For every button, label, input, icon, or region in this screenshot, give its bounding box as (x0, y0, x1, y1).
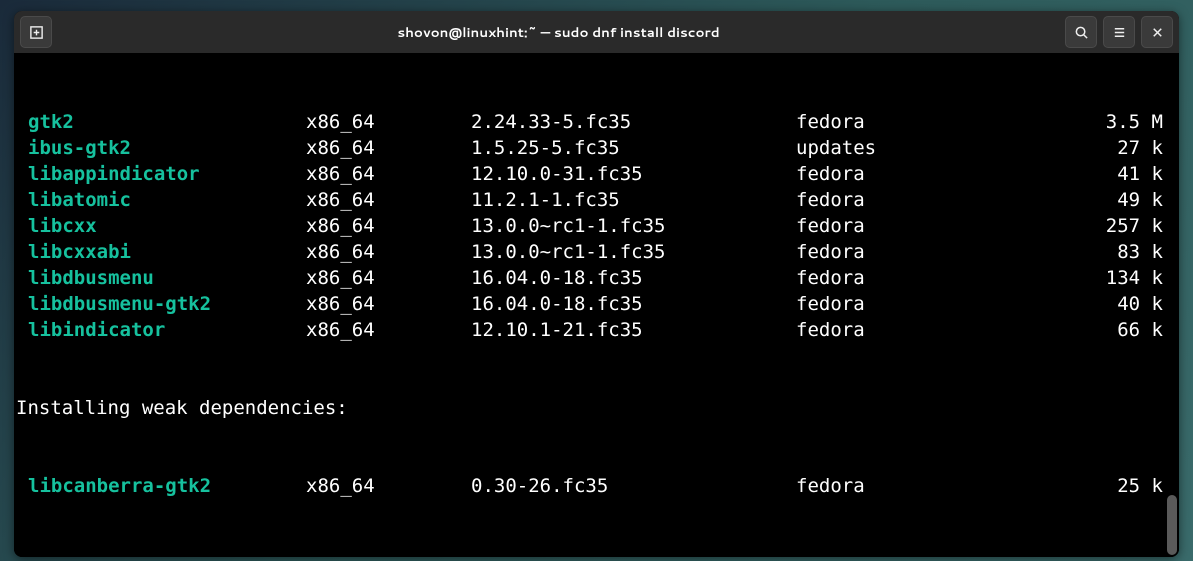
package-arch: x86_64 (306, 213, 471, 239)
window-title: shovon@linuxhint:~ — sudo dnf install di… (52, 23, 1065, 42)
package-version: 2.24.33-5.fc35 (471, 109, 796, 135)
terminal-output[interactable]: gtk2x86_642.24.33-5.fc35fedora 3.5 Mibus… (14, 53, 1179, 557)
package-name: libcanberra-gtk2 (16, 473, 306, 499)
package-name: libatomic (16, 187, 306, 213)
package-arch: x86_64 (306, 317, 471, 343)
package-repo: fedora (796, 187, 1094, 213)
package-repo: fedora (796, 291, 1094, 317)
package-name: libdbusmenu-gtk2 (16, 291, 306, 317)
blank-line (16, 551, 1177, 557)
package-size: 49 k (1094, 187, 1177, 213)
package-name: libcxx (16, 213, 306, 239)
scrollbar-thumb[interactable] (1167, 495, 1177, 555)
package-row: ibus-gtk2x86_641.5.25-5.fc35updates 27 k (16, 135, 1177, 161)
package-row: gtk2x86_642.24.33-5.fc35fedora 3.5 M (16, 109, 1177, 135)
titlebar: shovon@linuxhint:~ — sudo dnf install di… (14, 11, 1179, 53)
package-size: 41 k (1094, 161, 1177, 187)
package-row: libcanberra-gtk2x86_640.30-26.fc35fedora… (16, 473, 1177, 499)
package-version: 13.0.0~rc1-1.fc35 (471, 239, 796, 265)
package-row: libatomicx86_6411.2.1-1.fc35fedora 49 k (16, 187, 1177, 213)
package-version: 12.10.0-31.fc35 (471, 161, 796, 187)
new-tab-button[interactable] (20, 16, 52, 48)
package-repo: fedora (796, 239, 1094, 265)
package-version: 12.10.1-21.fc35 (471, 317, 796, 343)
package-repo: fedora (796, 213, 1094, 239)
package-version: 16.04.0-18.fc35 (471, 265, 796, 291)
package-repo: fedora (796, 161, 1094, 187)
package-arch: x86_64 (306, 109, 471, 135)
package-repo: fedora (796, 109, 1094, 135)
package-repo: updates (796, 135, 1094, 161)
package-repo: fedora (796, 317, 1094, 343)
package-size: 66 k (1094, 317, 1177, 343)
package-row: libappindicatorx86_6412.10.0-31.fc35fedo… (16, 161, 1177, 187)
package-row: libdbusmenu-gtk2x86_6416.04.0-18.fc35fed… (16, 291, 1177, 317)
package-row: libcxxabix86_6413.0.0~rc1-1.fc35fedora 8… (16, 239, 1177, 265)
package-name: libdbusmenu (16, 265, 306, 291)
package-size: 257 k (1094, 213, 1177, 239)
package-version: 16.04.0-18.fc35 (471, 291, 796, 317)
package-row: libindicatorx86_6412.10.1-21.fc35fedora … (16, 317, 1177, 343)
package-version: 11.2.1-1.fc35 (471, 187, 796, 213)
package-size: 25 k (1094, 473, 1177, 499)
package-size: 134 k (1094, 265, 1177, 291)
package-list: gtk2x86_642.24.33-5.fc35fedora 3.5 Mibus… (16, 109, 1177, 343)
package-size: 27 k (1094, 135, 1177, 161)
package-version: 1.5.25-5.fc35 (471, 135, 796, 161)
weak-deps-list: libcanberra-gtk2x86_640.30-26.fc35fedora… (16, 473, 1177, 499)
package-size: 83 k (1094, 239, 1177, 265)
package-arch: x86_64 (306, 239, 471, 265)
weak-deps-header: Installing weak dependencies: (16, 395, 1177, 421)
package-row: libcxxx86_6413.0.0~rc1-1.fc35fedora 257 … (16, 213, 1177, 239)
package-name: gtk2 (16, 109, 306, 135)
close-icon (1150, 25, 1165, 40)
package-size: 3.5 M (1094, 109, 1177, 135)
package-arch: x86_64 (306, 135, 471, 161)
search-icon (1074, 25, 1089, 40)
package-name: libappindicator (16, 161, 306, 187)
package-arch: x86_64 (306, 161, 471, 187)
new-tab-icon (29, 25, 44, 40)
package-version: 0.30-26.fc35 (471, 473, 796, 499)
package-version: 13.0.0~rc1-1.fc35 (471, 213, 796, 239)
package-repo: fedora (796, 265, 1094, 291)
package-arch: x86_64 (306, 187, 471, 213)
package-name: libindicator (16, 317, 306, 343)
package-repo: fedora (796, 473, 1094, 499)
close-button[interactable] (1141, 16, 1173, 48)
package-arch: x86_64 (306, 473, 471, 499)
package-arch: x86_64 (306, 291, 471, 317)
hamburger-icon (1112, 25, 1127, 40)
package-arch: x86_64 (306, 265, 471, 291)
package-size: 40 k (1094, 291, 1177, 317)
menu-button[interactable] (1103, 16, 1135, 48)
package-row: libdbusmenux86_6416.04.0-18.fc35fedora 1… (16, 265, 1177, 291)
terminal-window: shovon@linuxhint:~ — sudo dnf install di… (14, 11, 1179, 557)
package-name: ibus-gtk2 (16, 135, 306, 161)
package-name: libcxxabi (16, 239, 306, 265)
search-button[interactable] (1065, 16, 1097, 48)
